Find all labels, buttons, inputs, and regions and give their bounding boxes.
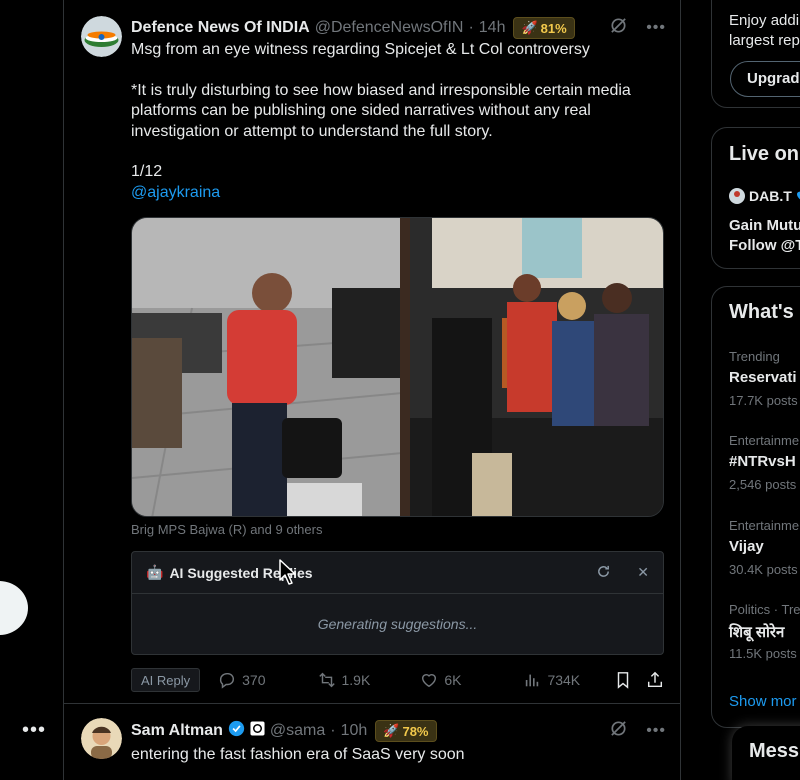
post-compose-button[interactable] bbox=[0, 581, 28, 635]
tweet[interactable]: Defence News Of INDIA @DefenceNewsOfIN ·… bbox=[64, 0, 680, 704]
repost-icon bbox=[318, 672, 335, 688]
premium-text: largest rep bbox=[729, 32, 800, 49]
views-button[interactable]: 734K bbox=[523, 671, 580, 689]
like-count: 6K bbox=[444, 672, 462, 688]
reply-icon bbox=[220, 672, 235, 689]
author-handle[interactable]: @sama bbox=[270, 722, 325, 740]
tweet-paragraph: 1/12 bbox=[131, 163, 163, 180]
show-more-link[interactable]: Show mor bbox=[729, 693, 797, 710]
views-icon bbox=[526, 674, 539, 687]
reply-button[interactable]: 370 bbox=[218, 671, 266, 689]
trend-posts: 17.7K posts bbox=[729, 393, 798, 408]
score-badge: 🚀 78% bbox=[375, 720, 437, 742]
repost-count: 1.9K bbox=[341, 672, 371, 688]
live-title: Live on bbox=[729, 143, 800, 165]
rocket-icon: 🚀 bbox=[521, 20, 538, 35]
tagged-users[interactable]: Brig MPS Bajwa (R) and 9 others bbox=[131, 522, 322, 537]
messages-drawer[interactable]: Mess bbox=[732, 726, 800, 780]
left-rail: ••• bbox=[0, 0, 64, 780]
grok-icon[interactable] bbox=[609, 16, 628, 40]
trend-name[interactable]: शिबू सोरेन bbox=[729, 622, 784, 642]
share-icon bbox=[647, 671, 663, 688]
live-host[interactable]: DAB.T bbox=[729, 188, 800, 204]
separator: · bbox=[468, 19, 474, 36]
live-host-name: DAB.T bbox=[749, 188, 792, 204]
affiliate-logo-icon bbox=[250, 721, 265, 741]
repost-button[interactable]: 1.9K bbox=[318, 671, 371, 689]
premium-card: Enjoy addi largest rep Upgrad bbox=[711, 0, 800, 108]
timestamp[interactable]: 10h bbox=[341, 722, 368, 740]
score-badge-value: 81% bbox=[540, 20, 567, 36]
avatar[interactable] bbox=[81, 718, 122, 759]
premium-text: Enjoy addi bbox=[729, 12, 800, 29]
ai-suggested-replies-panel: 🤖 AI Suggested Replies ✕ Generating sugg… bbox=[131, 551, 664, 655]
more-options-icon[interactable]: ••• bbox=[646, 19, 666, 37]
rocket-icon: 🚀 bbox=[383, 723, 400, 738]
tweet-media-photo[interactable] bbox=[131, 217, 664, 517]
bookmark-button[interactable] bbox=[614, 671, 632, 689]
right-sidebar: Enjoy addi largest rep Upgrad Live on DA… bbox=[711, 0, 800, 780]
reply-count: 370 bbox=[242, 672, 266, 688]
trend-context: Trending bbox=[729, 349, 780, 364]
mention-link[interactable]: @ajaykraina bbox=[131, 183, 664, 204]
author-name[interactable]: Defence News Of INDIA bbox=[131, 19, 310, 37]
bookmark-icon bbox=[617, 672, 629, 689]
like-button[interactable]: 6K bbox=[420, 671, 461, 689]
more-icon[interactable]: ••• bbox=[22, 720, 46, 740]
tweet-actions: AI Reply 370 1.9K 6K 734K bbox=[131, 667, 664, 693]
whats-happening-title: What's bbox=[729, 301, 794, 323]
score-badge-value: 78% bbox=[402, 723, 429, 739]
trend-name[interactable]: Vijay bbox=[729, 538, 764, 555]
grok-icon[interactable] bbox=[609, 719, 628, 743]
blue-heart-icon bbox=[796, 191, 800, 200]
avatar[interactable] bbox=[81, 16, 122, 57]
tweet-header: Defence News Of INDIA @DefenceNewsOfIN ·… bbox=[131, 16, 666, 40]
author-handle[interactable]: @DefenceNewsOfIN bbox=[315, 19, 464, 37]
live-topic[interactable]: Follow @T bbox=[729, 237, 800, 254]
host-avatar-icon bbox=[729, 188, 745, 204]
more-options-icon[interactable]: ••• bbox=[646, 722, 666, 740]
live-card: Live on DAB.T Gain Mutu Follow @T bbox=[711, 127, 800, 269]
trend-posts: 30.4K posts bbox=[729, 562, 798, 577]
upgrade-button[interactable]: Upgrad bbox=[730, 61, 800, 97]
trend-context: Entertainme bbox=[729, 433, 800, 448]
timestamp[interactable]: 14h bbox=[479, 19, 506, 37]
trend-name[interactable]: Reservati bbox=[729, 369, 797, 386]
close-icon[interactable]: ✕ bbox=[637, 564, 649, 581]
trend-posts: 2,546 posts bbox=[729, 477, 797, 492]
whats-happening-card: What's Trending Reservati 17.7K posts En… bbox=[711, 286, 800, 728]
ai-generating-status: Generating suggestions... bbox=[317, 616, 478, 632]
trend-name[interactable]: #NTRvsH bbox=[729, 453, 796, 470]
trend-context: Politics · Tre bbox=[729, 602, 800, 617]
tweet-paragraph: Msg from an eye witness regarding Spicej… bbox=[131, 41, 590, 58]
view-count: 734K bbox=[547, 672, 581, 688]
tweet-paragraph: *It is truly disturbing to see how biase… bbox=[131, 81, 631, 140]
share-button[interactable] bbox=[646, 671, 664, 689]
refresh-icon[interactable] bbox=[596, 564, 611, 582]
score-badge: 🚀 81% bbox=[513, 17, 575, 39]
mouse-cursor-icon bbox=[279, 559, 296, 585]
separator: · bbox=[330, 722, 336, 739]
tweet-text: Msg from an eye witness regarding Spicej… bbox=[131, 40, 664, 203]
ai-reply-button[interactable]: AI Reply bbox=[131, 668, 201, 692]
author-name[interactable]: Sam Altman bbox=[131, 722, 223, 740]
trend-posts: 11.5K posts bbox=[729, 646, 797, 661]
trend-context: Entertainme bbox=[729, 518, 800, 533]
tweet-header: Sam Altman @sama · 10h 🚀 78% ••• bbox=[131, 719, 666, 743]
robot-icon: 🤖 bbox=[146, 564, 164, 580]
verified-badge-icon bbox=[228, 720, 245, 742]
heart-icon bbox=[422, 674, 437, 688]
tweet[interactable]: Sam Altman @sama · 10h 🚀 78% ••• enterin… bbox=[64, 705, 680, 780]
timeline-feed: Defence News Of INDIA @DefenceNewsOfIN ·… bbox=[63, 0, 681, 780]
tweet-text: entering the fast fashion era of SaaS ve… bbox=[131, 746, 465, 763]
live-topic[interactable]: Gain Mutu bbox=[729, 217, 800, 234]
